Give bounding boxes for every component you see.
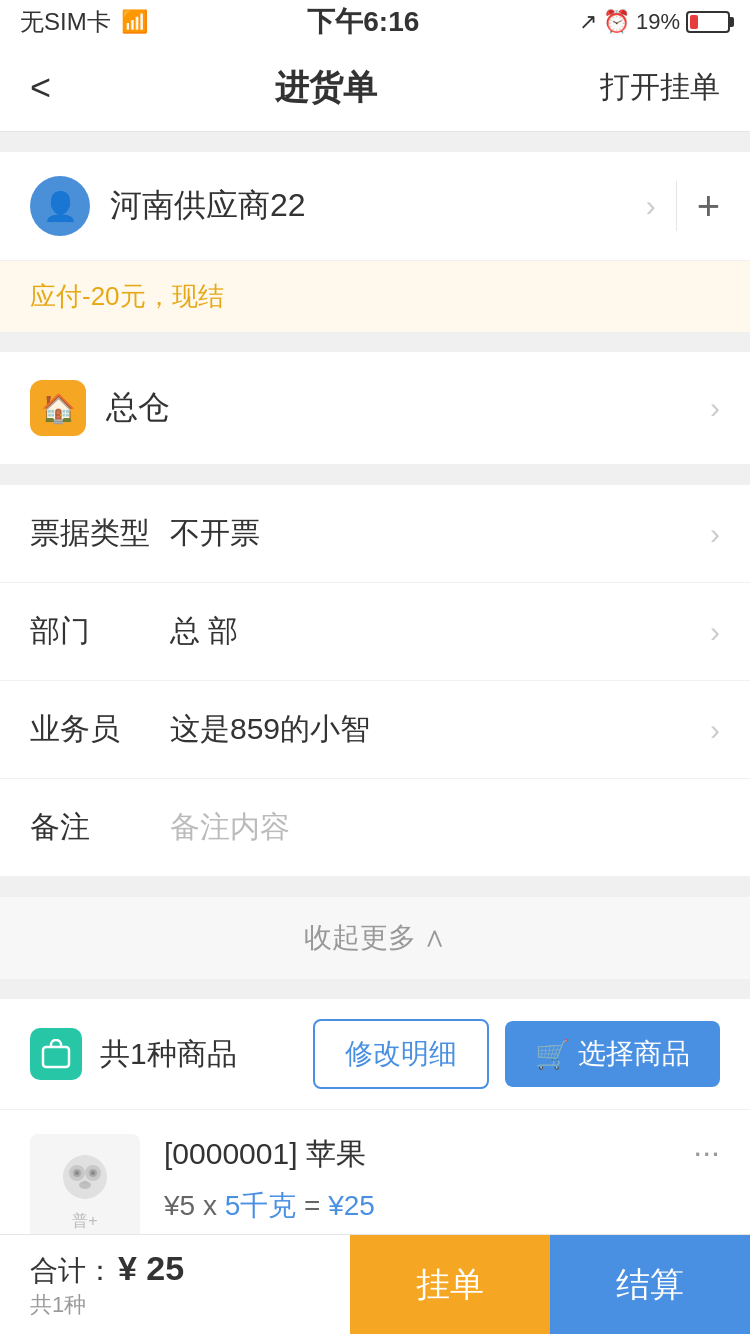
dept-row[interactable]: 部门 总 部 › — [0, 583, 750, 681]
remark-row[interactable]: 备注 备注内容 — [0, 779, 750, 877]
products-count: 共1种商品 — [100, 1034, 313, 1075]
product-price: ¥5 x 5千克 = ¥25 — [164, 1187, 693, 1225]
select-product-label: 选择商品 — [578, 1035, 690, 1073]
bottom-bar: 合计： ¥ 25 共1种 挂单 结算 — [0, 1234, 750, 1334]
cart-icon: 🛒 — [535, 1038, 570, 1071]
price-separator: x — [203, 1190, 225, 1221]
product-more-button[interactable]: ··· — [693, 1134, 720, 1171]
status-bar: 无SIM卡 📶 下午6:16 ↗ ⏰ 19% — [0, 0, 750, 44]
products-header: 共1种商品 修改明细 🛒 选择商品 — [0, 999, 750, 1110]
collapse-bar[interactable]: 收起更多 ∧ — [0, 897, 750, 979]
salesman-value: 这是859的小智 — [170, 709, 710, 750]
warehouse-icon: 🏠 — [30, 380, 86, 436]
warehouse-name: 总仓 — [106, 386, 710, 430]
chevron-right-icon: › — [710, 615, 720, 649]
product-info: [0000001] 苹果 ¥5 x 5千克 = ¥25 — [164, 1134, 693, 1225]
product-thumb-inner: 普+ — [55, 1147, 115, 1232]
total-count: 共1种 — [30, 1290, 320, 1320]
chevron-right-icon: › — [646, 189, 656, 223]
dept-value: 总 部 — [170, 611, 710, 652]
salesman-label: 业务员 — [30, 709, 170, 750]
status-left: 无SIM卡 📶 — [20, 6, 148, 38]
supplier-row[interactable]: 👤 河南供应商22 › + — [0, 152, 750, 261]
avatar-icon: 👤 — [43, 190, 78, 223]
warehouse-row[interactable]: 🏠 总仓 › — [0, 352, 750, 465]
add-button[interactable]: + — [697, 184, 720, 229]
products-section: 共1种商品 修改明细 🛒 选择商品 — [0, 999, 750, 1268]
svg-rect-0 — [43, 1047, 69, 1067]
warehouse-section: 🏠 总仓 › — [0, 352, 750, 465]
remark-input[interactable]: 备注内容 — [170, 807, 720, 848]
battery-fill — [690, 15, 698, 29]
price-value: ¥5 — [164, 1190, 195, 1221]
collapse-label: 收起更多 ∧ — [304, 922, 447, 953]
dept-label: 部门 — [30, 611, 170, 652]
supplier-name: 河南供应商22 — [110, 184, 646, 228]
products-icon — [30, 1028, 82, 1080]
battery-percentage: 19% — [636, 9, 680, 35]
notice-text: 应付-20元，现结 — [30, 281, 224, 311]
product-title: 苹果 — [306, 1137, 366, 1170]
supplier-section: 👤 河南供应商22 › + 应付-20元，现结 — [0, 152, 750, 332]
invoice-label: 票据类型 — [30, 513, 170, 554]
divider — [676, 181, 677, 231]
status-right: ↗ ⏰ 19% — [579, 9, 730, 35]
battery-icon — [686, 11, 730, 33]
nav-bar: < 进货单 打开挂单 — [0, 44, 750, 132]
svg-point-1 — [63, 1155, 107, 1199]
remark-label: 备注 — [30, 807, 170, 848]
invoice-row[interactable]: 票据类型 不开票 › — [0, 485, 750, 583]
chevron-right-icon: › — [710, 713, 720, 747]
product-name: [0000001] 苹果 — [164, 1134, 693, 1175]
status-time: 下午6:16 — [307, 3, 419, 41]
settle-button[interactable]: 结算 — [550, 1235, 750, 1334]
open-pending-button[interactable]: 打开挂单 — [600, 67, 720, 108]
total-label: 合计： — [30, 1252, 114, 1290]
edit-detail-button[interactable]: 修改明细 — [313, 1019, 489, 1089]
signal-text: 无SIM卡 — [20, 6, 111, 38]
salesman-row[interactable]: 业务员 这是859的小智 › — [0, 681, 750, 779]
logo-text: 普+ — [72, 1211, 97, 1232]
page-title: 进货单 — [275, 65, 377, 111]
alarm-icon: ⏰ — [603, 9, 630, 35]
bottom-total: 合计： ¥ 25 共1种 — [0, 1235, 350, 1334]
invoice-value: 不开票 — [170, 513, 710, 554]
equals-sign: = — [304, 1190, 328, 1221]
hang-button[interactable]: 挂单 — [350, 1235, 550, 1334]
total-value: ¥25 — [328, 1190, 375, 1221]
location-icon: ↗ — [579, 9, 597, 35]
product-thumbnail: 普+ — [30, 1134, 140, 1244]
product-code: [0000001] — [164, 1137, 297, 1170]
quantity-value: 5千克 — [225, 1190, 297, 1221]
select-product-button[interactable]: 🛒 选择商品 — [505, 1021, 720, 1087]
wifi-icon: 📶 — [121, 9, 148, 35]
form-section: 票据类型 不开票 › 部门 总 部 › 业务员 这是859的小智 › 备注 备注… — [0, 485, 750, 877]
svg-point-6 — [75, 1171, 79, 1175]
back-button[interactable]: < — [30, 67, 51, 109]
svg-point-7 — [91, 1171, 95, 1175]
chevron-right-icon: › — [710, 391, 720, 425]
supplier-avatar: 👤 — [30, 176, 90, 236]
chevron-right-icon: › — [710, 517, 720, 551]
total-amount: ¥ 25 — [118, 1249, 184, 1288]
notice-bar: 应付-20元，现结 — [0, 261, 750, 332]
